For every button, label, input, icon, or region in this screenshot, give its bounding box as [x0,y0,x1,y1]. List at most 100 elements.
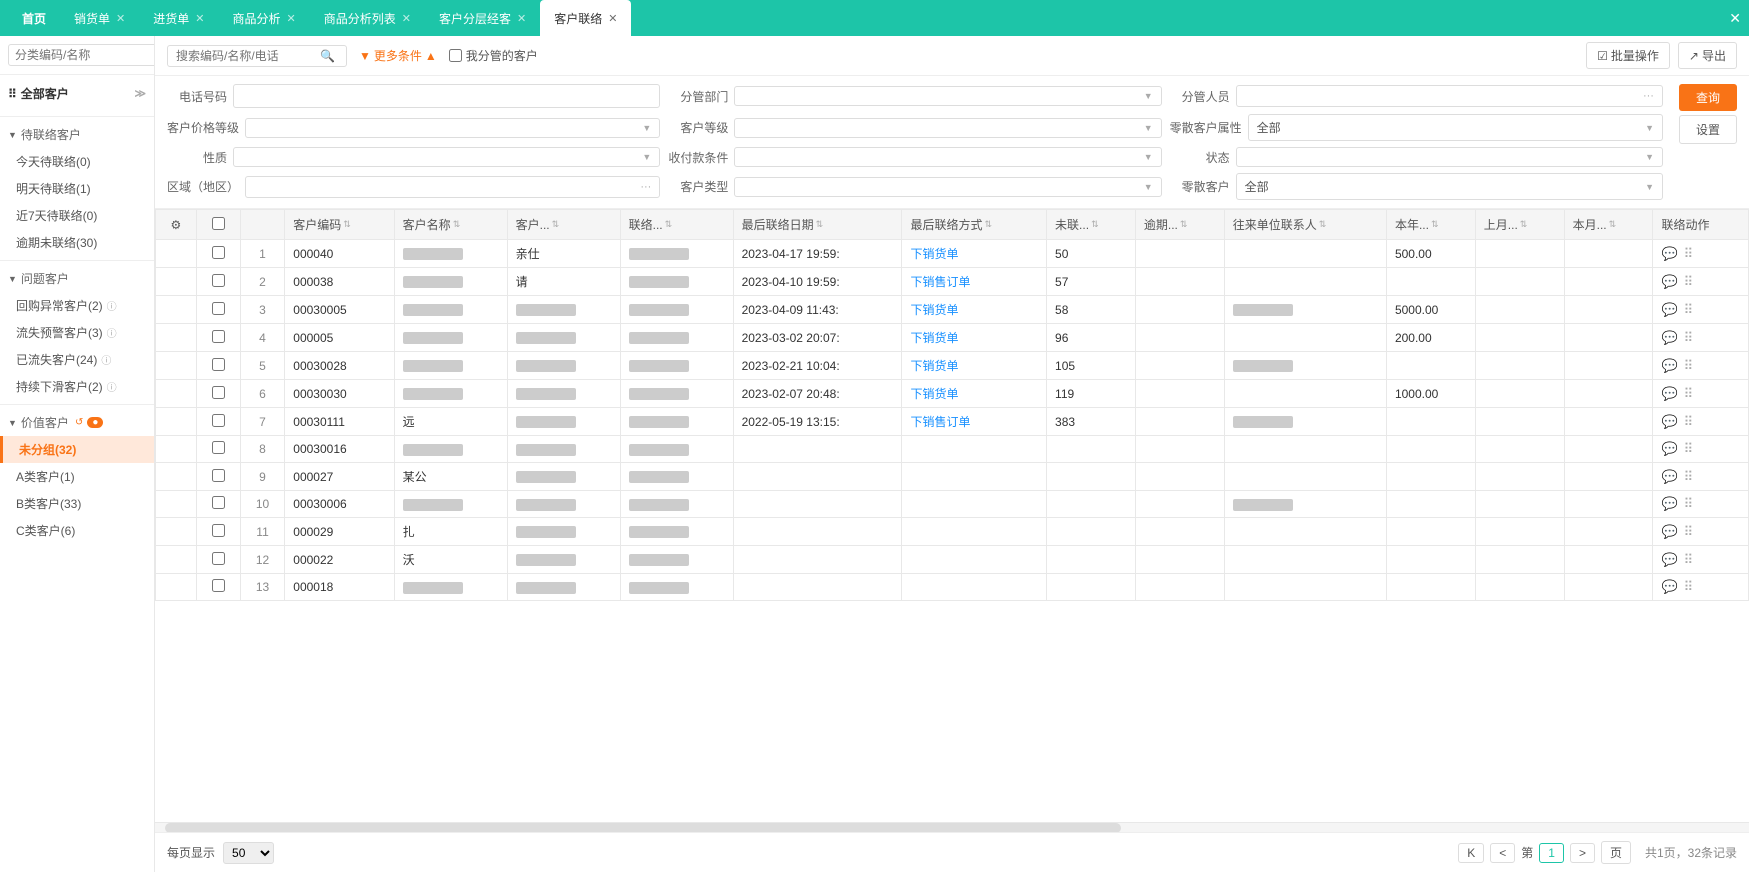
cell-last-method-8[interactable] [902,463,1047,491]
cell-checkbox-7[interactable] [196,436,240,463]
cell-last-method-6[interactable]: 下销售订单 [902,408,1047,436]
select-all-checkbox[interactable] [212,217,225,230]
last-page-btn[interactable]: 页 [1601,841,1631,864]
th-type[interactable]: 客户...⇅ [507,210,620,240]
th-this-year[interactable]: 本年...⇅ [1386,210,1475,240]
horizontal-scrollbar[interactable] [155,822,1749,832]
more-icon-1[interactable]: ⠿ [1684,274,1694,290]
adv-nature-select[interactable]: ▼ [233,147,660,167]
th-checkbox[interactable] [196,210,240,240]
cell-last-method-2[interactable]: 下销货单 [902,296,1047,324]
message-icon-4[interactable]: 💬 [1661,358,1677,374]
cell-checkbox-0[interactable] [196,240,240,268]
cell-last-method-11[interactable] [902,546,1047,574]
th-name[interactable]: 客户名称⇅ [394,210,507,240]
message-icon-3[interactable]: 💬 [1661,330,1677,346]
prev-page-btn[interactable]: < [1490,843,1515,863]
message-icon-11[interactable]: 💬 [1661,552,1677,568]
cell-checkbox-10[interactable] [196,518,240,546]
cell-last-method-12[interactable] [902,574,1047,601]
sidebar-item-a[interactable]: A类客户(1) [0,463,154,490]
cell-last-method-0[interactable]: 下销货单 [902,240,1047,268]
batch-op-button[interactable]: ☑ 批量操作 [1586,42,1670,69]
tab-purchase[interactable]: 进货单 ✕ [139,0,218,36]
th-last-method[interactable]: 最后联络方式⇅ [902,210,1047,240]
th-unit-contact[interactable]: 往来单位联系人⇅ [1224,210,1386,240]
th-code[interactable]: 客户编码⇅ [285,210,394,240]
th-last-date-sort[interactable]: ⇅ [816,219,824,230]
th-overdue-sort[interactable]: ⇅ [1180,219,1188,230]
tab-customer-segment[interactable]: 客户分层经客 ✕ [425,0,540,36]
message-icon-8[interactable]: 💬 [1661,469,1677,485]
th-contact-sort[interactable]: ⇅ [665,219,673,230]
more-icon-2[interactable]: ⠿ [1684,302,1694,318]
all-customers-header[interactable]: ⠿ 全部客户 ≫ [0,81,154,106]
adv-region-select[interactable]: ··· [245,176,660,198]
th-name-sort[interactable]: ⇅ [453,219,461,230]
more-icon-10[interactable]: ⠿ [1684,524,1694,540]
my-customers-checkbox[interactable]: 我分管的客户 [449,47,538,64]
sidebar-item-declining[interactable]: 持续下滑客户(2) ⓘ [0,373,154,400]
tab-product-analysis[interactable]: 商品分析 ✕ [218,0,309,36]
more-icon-0[interactable]: ⠿ [1684,246,1694,262]
page-size-select[interactable]: 50 100 200 [223,842,274,864]
adv-cust-type-select[interactable]: ▼ [734,177,1161,197]
th-last-month-sort[interactable]: ⇅ [1520,219,1528,230]
th-settings[interactable]: ⚙ [156,210,197,240]
th-last-date[interactable]: 最后联络日期⇅ [733,210,902,240]
sidebar-search-input[interactable] [8,44,155,66]
message-icon-9[interactable]: 💬 [1661,496,1677,512]
th-type-sort[interactable]: ⇅ [552,219,560,230]
th-overdue[interactable]: 逾期...⇅ [1135,210,1224,240]
more-icon-12[interactable]: ⠿ [1684,579,1694,595]
pending-contact-header[interactable]: ▼ 待联络客户 [0,121,154,148]
my-customers-check[interactable] [449,49,462,62]
cell-checkbox-1[interactable] [196,268,240,296]
sidebar-item-ungroup[interactable]: 未分组(32) [0,436,154,463]
th-not-contacted-sort[interactable]: ⇅ [1091,219,1099,230]
more-icon-5[interactable]: ⠿ [1684,386,1694,402]
cell-checkbox-5[interactable] [196,380,240,408]
adv-scatter-select[interactable]: 全部 ▼ [1236,173,1663,200]
th-this-month-sort[interactable]: ⇅ [1609,219,1617,230]
cell-last-method-1[interactable]: 下销售订单 [902,268,1047,296]
more-icon-6[interactable]: ⠿ [1684,414,1694,430]
message-icon-6[interactable]: 💬 [1661,414,1677,430]
tab-customer-contact-close[interactable]: ✕ [608,12,617,25]
more-icon-9[interactable]: ⠿ [1684,496,1694,512]
cell-last-method-3[interactable]: 下销货单 [902,324,1047,352]
tab-home[interactable]: 首页 [8,0,60,36]
first-page-btn[interactable]: K [1458,843,1484,863]
tab-product-analysis-list-close[interactable]: ✕ [402,12,411,25]
tab-sales[interactable]: 销货单 ✕ [60,0,139,36]
cell-last-method-4[interactable]: 下销货单 [902,352,1047,380]
message-icon-2[interactable]: 💬 [1661,302,1677,318]
sidebar-item-warning[interactable]: 流失预警客户(3) ⓘ [0,319,154,346]
filter-search-input[interactable] [176,49,316,63]
adv-price-grade-select[interactable]: ▼ [245,118,660,138]
sidebar-item-c[interactable]: C类客户(6) [0,517,154,544]
sidebar-item-tomorrow[interactable]: 明天待联络(1) [0,175,154,202]
current-page[interactable]: 1 [1539,843,1564,863]
cell-checkbox-12[interactable] [196,574,240,601]
more-icon-11[interactable]: ⠿ [1684,552,1694,568]
tab-sales-close[interactable]: ✕ [116,12,125,25]
problem-customers-header[interactable]: ▼ 问题客户 [0,265,154,292]
adv-manager-select[interactable]: ··· [1236,85,1663,107]
filter-search-icon[interactable]: 🔍 [320,49,335,63]
sidebar-item-7days[interactable]: 近7天待联络(0) [0,202,154,229]
sidebar-item-lost[interactable]: 已流失客户(24) ⓘ [0,346,154,373]
adv-cust-grade-select[interactable]: ▼ [734,118,1161,138]
collapse-icon[interactable]: ≫ [134,87,146,100]
refresh-icon[interactable]: ↺ [75,417,83,428]
export-button[interactable]: ↗ 导出 [1678,42,1737,69]
tab-customer-contact[interactable]: 客户联络 ✕ [540,0,631,36]
value-customers-header[interactable]: ▼ 价值客户 ↺ ● [0,409,154,436]
window-close[interactable]: ✕ [1729,10,1741,27]
next-page-btn[interactable]: > [1570,843,1595,863]
sidebar-item-overdue[interactable]: 逾期未联络(30) [0,229,154,256]
cell-checkbox-11[interactable] [196,546,240,574]
cell-last-method-10[interactable] [902,518,1047,546]
adv-dept-select[interactable]: ▼ [734,86,1161,106]
adv-status-select[interactable]: ▼ [1236,147,1663,167]
